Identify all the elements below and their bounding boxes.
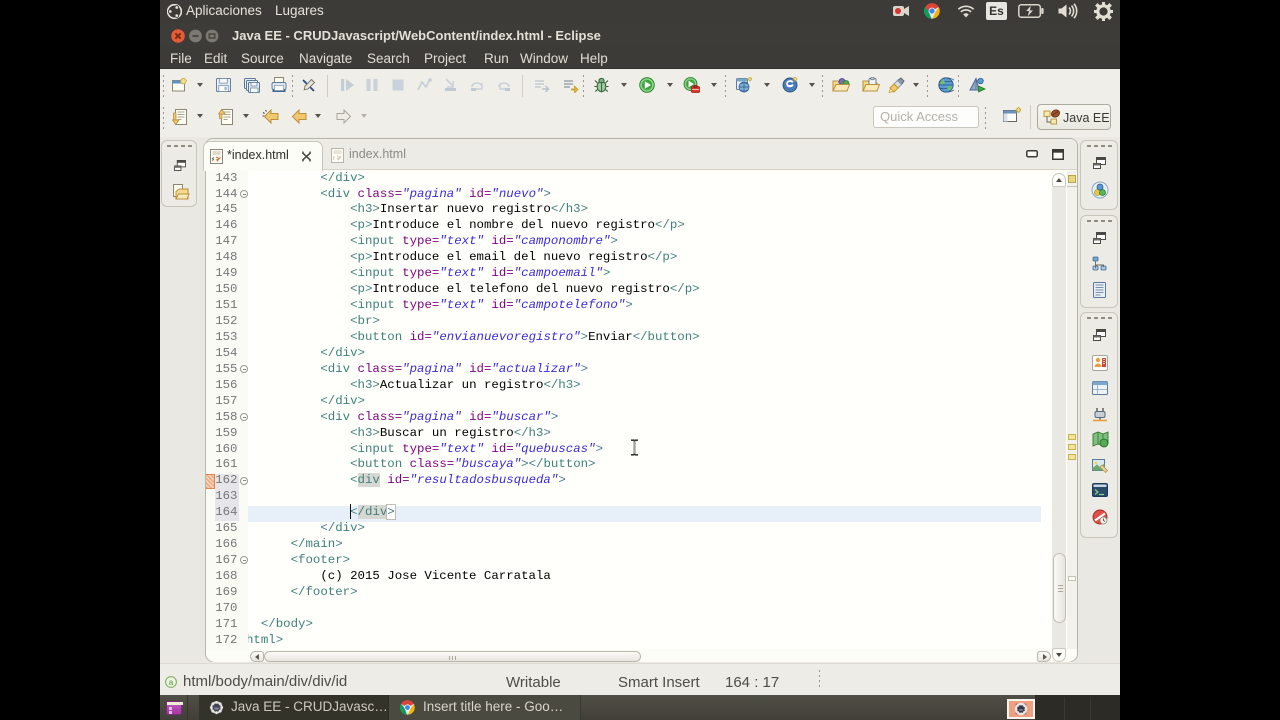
- svg-text:a: a: [169, 678, 174, 687]
